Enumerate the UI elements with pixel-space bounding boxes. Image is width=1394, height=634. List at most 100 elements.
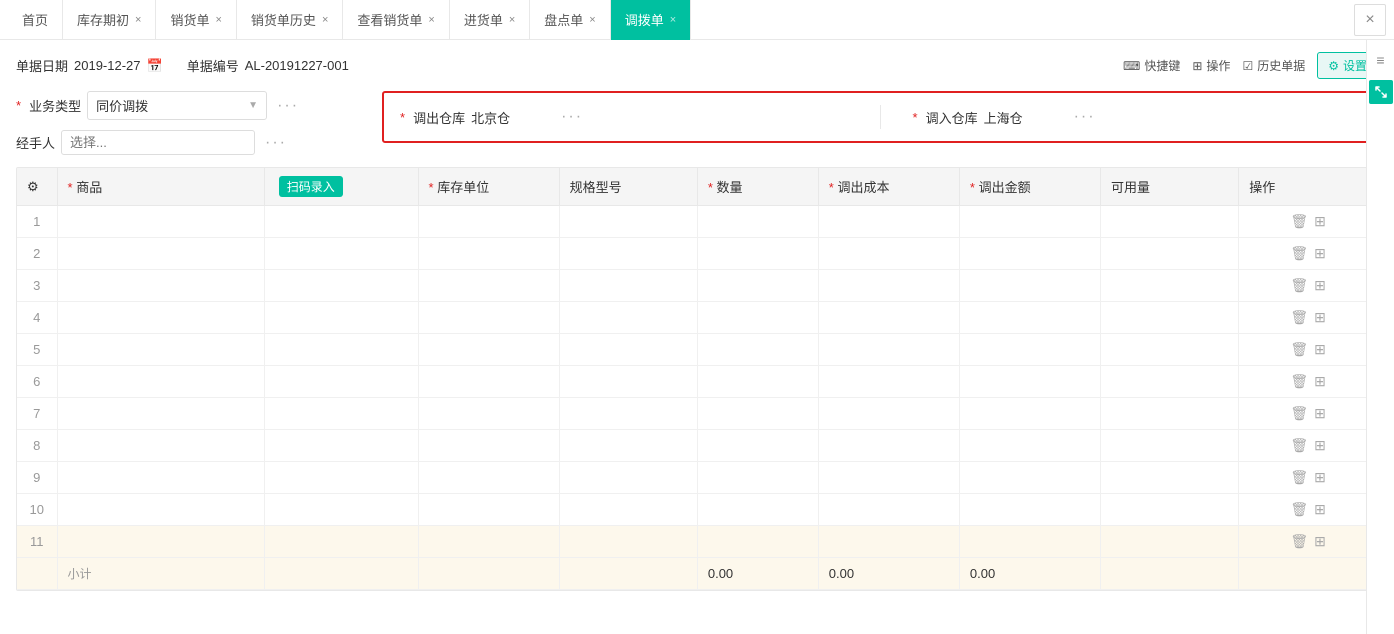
delete-icon[interactable]: 🗑 — [1290, 533, 1308, 550]
business-type-more-btn[interactable]: ··· — [277, 97, 299, 115]
row-spec[interactable] — [559, 206, 697, 238]
subtotal-amount: 0.00 — [959, 558, 1100, 590]
tab-view-sales-close[interactable]: × — [428, 14, 434, 26]
table-row: 1 🗑 ⊞ — [17, 206, 1377, 238]
copy-icon[interactable]: ⊞ — [1314, 437, 1326, 454]
transfer-in-value: 上海仓 — [984, 108, 1064, 127]
delete-icon[interactable]: 🗑 — [1290, 341, 1308, 358]
th-qty: * 数量 — [697, 168, 818, 206]
row-product[interactable] — [57, 206, 264, 238]
tab-inventory-label: 盘点单 — [544, 10, 583, 29]
sidebar-list-icon[interactable]: ≡ — [1369, 48, 1393, 72]
settings-label: 设置 — [1343, 57, 1367, 74]
delete-icon[interactable]: 🗑 — [1290, 245, 1308, 262]
tab-bar: 首页 库存期初 × 销货单 × 销货单历史 × 查看销货单 × 进货单 × 盘点… — [0, 0, 1394, 40]
delete-icon[interactable]: 🗑 — [1290, 437, 1308, 454]
delete-icon[interactable]: 🗑 — [1290, 469, 1308, 486]
tab-sales-order-label: 销货单 — [170, 10, 209, 29]
tab-inventory-close[interactable]: × — [589, 14, 595, 26]
transfer-in-more-btn[interactable]: ··· — [1074, 108, 1096, 126]
number-field: 单据编号 AL-20191227-001 — [187, 56, 349, 75]
tab-stock-init-label: 库存期初 — [77, 10, 129, 29]
delete-icon[interactable]: 🗑 — [1290, 213, 1308, 230]
table-row: 3 🗑 ⊞ — [17, 270, 1377, 302]
copy-icon[interactable]: ⊞ — [1314, 501, 1326, 518]
warehouse-divider — [880, 105, 881, 129]
table-header-row: ⚙ * 商品 扫码录入 * 库存单位 规格型号 — [17, 168, 1377, 206]
date-label: 单据日期 — [16, 56, 68, 75]
row-cost[interactable] — [818, 206, 959, 238]
tab-transfer[interactable]: 调拨单 × — [611, 0, 691, 40]
transfer-out-more-btn[interactable]: ··· — [561, 108, 583, 126]
tab-view-sales[interactable]: 查看销货单 × — [343, 0, 449, 40]
tab-purchase[interactable]: 进货单 × — [450, 0, 530, 40]
settings-icon: ⚙ — [27, 179, 39, 194]
required-star-out: * — [400, 110, 405, 125]
th-spec: 规格型号 — [559, 168, 697, 206]
copy-icon[interactable]: ⊞ — [1314, 533, 1326, 550]
calendar-icon[interactable]: 📅 — [147, 58, 163, 74]
window-close-button[interactable]: × — [1354, 4, 1386, 36]
delete-icon[interactable]: 🗑 — [1290, 501, 1308, 518]
copy-icon[interactable]: ⊞ — [1314, 309, 1326, 326]
transfer-out-group: * 调出仓库 北京仓 ··· — [400, 108, 848, 127]
subtotal-row: 小计 0.00 0.00 0.00 — [17, 558, 1377, 590]
tab-purchase-close[interactable]: × — [509, 14, 515, 26]
header-row: 单据日期 2019-12-27 📅 单据编号 AL-20191227-001 ⌨… — [16, 52, 1378, 79]
tab-home[interactable]: 首页 — [8, 0, 63, 40]
tab-sales-order-close[interactable]: × — [215, 14, 221, 26]
operations-label: 操作 — [1206, 57, 1230, 74]
tab-sales-history[interactable]: 销货单历史 × — [237, 0, 343, 40]
scan-button[interactable]: 扫码录入 — [279, 176, 343, 197]
history-label: 历史单据 — [1257, 57, 1305, 74]
row-qty[interactable] — [697, 206, 818, 238]
tab-inventory[interactable]: 盘点单 × — [530, 0, 610, 40]
delete-icon[interactable]: 🗑 — [1290, 405, 1308, 422]
form-area: * 业务类型 同价调拨 ▼ ··· 经手人 ··· * 调出仓库 北京仓 ··· — [16, 91, 1378, 155]
tab-stock-init[interactable]: 库存期初 × — [63, 0, 156, 40]
table-row: 4 🗑 ⊞ — [17, 302, 1377, 334]
tab-sales-order[interactable]: 销货单 × — [156, 0, 236, 40]
business-type-input[interactable]: 同价调拨 ▼ — [87, 91, 267, 120]
tab-sales-history-close[interactable]: × — [322, 14, 328, 26]
row-unit[interactable] — [418, 206, 559, 238]
transfer-in-group: * 调入仓库 上海仓 ··· — [913, 108, 1361, 127]
date-field: 单据日期 2019-12-27 📅 — [16, 56, 163, 75]
business-type-label: 业务类型 — [29, 96, 81, 115]
tab-stock-init-close[interactable]: × — [135, 14, 141, 26]
gear-icon: ⚙ — [1328, 59, 1339, 73]
operations-button[interactable]: ⊞ 操作 — [1192, 57, 1230, 74]
th-operation: 操作 — [1239, 168, 1377, 206]
person-input[interactable] — [61, 130, 255, 155]
person-group: 经手人 ··· — [16, 130, 366, 155]
row-amount[interactable] — [959, 206, 1100, 238]
th-unit: * 库存单位 — [418, 168, 559, 206]
delete-icon[interactable]: 🗑 — [1290, 373, 1308, 390]
copy-icon[interactable]: ⊞ — [1314, 245, 1326, 262]
person-more-btn[interactable]: ··· — [265, 134, 287, 152]
header-actions: ⌨ 快捷键 ⊞ 操作 ☑ 历史单据 ⚙ 设置 — [1123, 52, 1378, 79]
operations-icon: ⊞ — [1192, 59, 1202, 73]
copy-icon[interactable]: ⊞ — [1314, 341, 1326, 358]
sidebar-expand-icon[interactable] — [1369, 80, 1393, 104]
transfer-out-label: 调出仓库 — [413, 108, 465, 127]
right-sidebar: ≡ — [1366, 40, 1394, 634]
copy-icon[interactable]: ⊞ — [1314, 213, 1326, 230]
subtotal-qty: 0.00 — [697, 558, 818, 590]
delete-icon[interactable]: 🗑 — [1290, 309, 1308, 326]
table-row-11: 11 🗑 ⊞ — [17, 526, 1377, 558]
copy-icon[interactable]: ⊞ — [1314, 469, 1326, 486]
copy-icon[interactable]: ⊞ — [1314, 405, 1326, 422]
history-button[interactable]: ☑ 历史单据 — [1242, 57, 1305, 74]
tab-transfer-label: 调拨单 — [625, 10, 664, 29]
shortcuts-button[interactable]: ⌨ 快捷键 — [1123, 57, 1180, 74]
table-row: 9 🗑 ⊞ — [17, 462, 1377, 494]
delete-icon[interactable]: 🗑 — [1290, 277, 1308, 294]
th-scan: 扫码录入 — [264, 168, 418, 206]
th-settings[interactable]: ⚙ — [17, 168, 57, 206]
subtotal-cost: 0.00 — [818, 558, 959, 590]
copy-icon[interactable]: ⊞ — [1314, 277, 1326, 294]
main-content: 单据日期 2019-12-27 📅 单据编号 AL-20191227-001 ⌨… — [0, 40, 1394, 603]
copy-icon[interactable]: ⊞ — [1314, 373, 1326, 390]
tab-transfer-close[interactable]: × — [670, 14, 676, 26]
